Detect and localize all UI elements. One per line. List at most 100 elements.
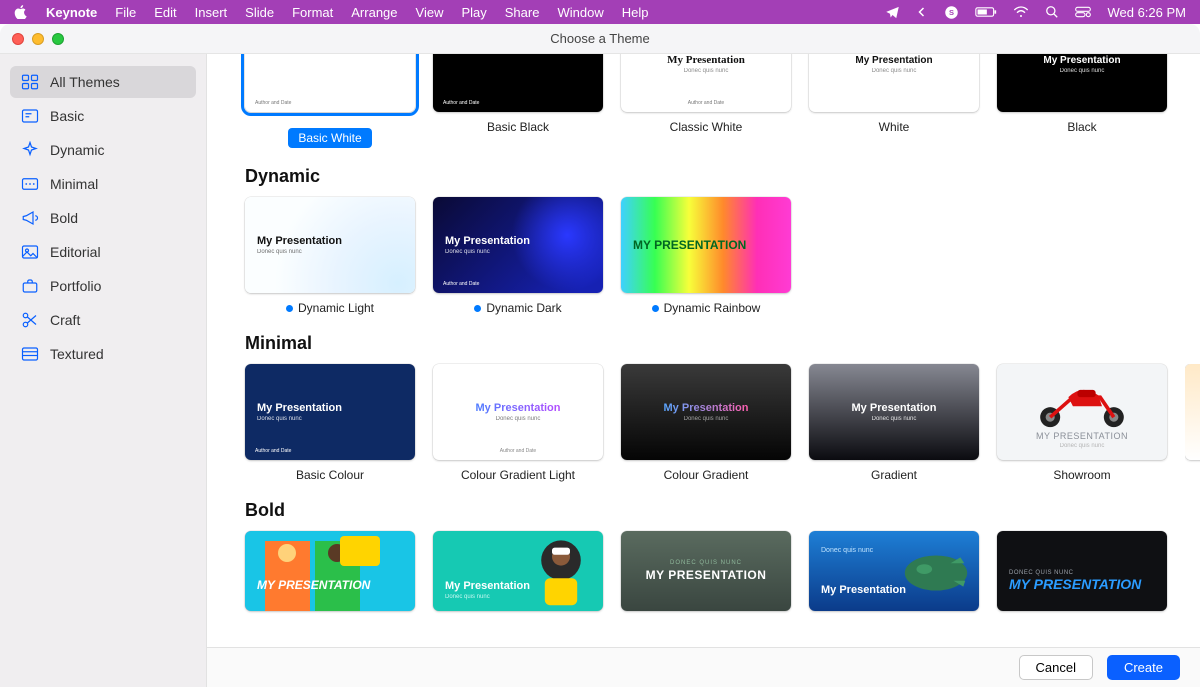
sidebar-item-bold[interactable]: Bold [10, 202, 196, 234]
thumb-title: My Presentation [257, 235, 415, 247]
theme-label: Basic Black [433, 120, 603, 134]
theme-label: White [809, 120, 979, 134]
sidebar-item-label: Craft [50, 312, 80, 328]
theme-partial-next[interactable] [1185, 364, 1200, 482]
sidebar-item-label: Bold [50, 210, 78, 226]
theme-basic-colour[interactable]: My Presentation Donec quis nunc Author a… [245, 364, 415, 482]
thumb-title: My Presentation [476, 402, 561, 414]
theme-label: Classic White [621, 120, 791, 134]
sidebar-item-craft[interactable]: Craft [10, 304, 196, 336]
megaphone-icon [20, 208, 40, 228]
menu-slide[interactable]: Slide [245, 5, 274, 20]
menu-format[interactable]: Format [292, 5, 333, 20]
sidebar-item-textured[interactable]: Textured [10, 338, 196, 370]
thumb-title: MY PRESENTATION [1036, 431, 1128, 441]
theme-colour-gradient-light[interactable]: My Presentation Donec quis nunc Author a… [433, 364, 603, 482]
thumb-sub: Donec quis nunc [684, 68, 729, 74]
theme-bold-3[interactable]: DONEC QUIS NUNC MY PRESENTATION [621, 531, 791, 611]
theme-basic-white[interactable]: My Presentation Donec quis nunc Author a… [245, 54, 415, 148]
telegram-icon[interactable] [885, 5, 900, 20]
theme-showroom[interactable]: MY PRESENTATION Donec quis nunc Showroom [997, 364, 1167, 482]
theme-bold-5[interactable]: DONEC QUIS NUNC MY PRESENTATION [997, 531, 1167, 611]
thumb-title: MY PRESENTATION [257, 578, 415, 592]
theme-classic-white[interactable]: My Presentation Donec quis nunc Author a… [621, 54, 791, 148]
menu-edit[interactable]: Edit [154, 5, 176, 20]
window-title: Choose a Theme [0, 31, 1200, 46]
thumb-author: Author and Date [433, 448, 603, 454]
thumb-title: My Presentation [667, 54, 745, 66]
theme-gradient[interactable]: My Presentation Donec quis nunc Gradient [809, 364, 979, 482]
theme-colour-gradient[interactable]: My Presentation Donec quis nunc Colour G… [621, 364, 791, 482]
theme-white[interactable]: My Presentation Donec quis nunc White [809, 54, 979, 148]
sparkle-icon [20, 140, 40, 160]
battery-icon[interactable] [975, 6, 997, 18]
thumb-title: MY PRESENTATION [633, 238, 791, 252]
thumb-title: My Presentation [257, 402, 415, 414]
theme-bold-4[interactable]: Donec quis nunc My Presentation [809, 531, 979, 611]
thumb-author: Author and Date [255, 448, 291, 454]
sidebar-item-label: Minimal [50, 176, 98, 192]
thumb-sub: Donec quis nunc [872, 416, 917, 422]
animated-dot-icon [286, 305, 293, 312]
menu-arrange[interactable]: Arrange [351, 5, 397, 20]
thumb-sub: Donec quis nunc [872, 68, 917, 74]
thumb-sub: Donec quis nunc [684, 416, 729, 422]
thumb-title: My Presentation [821, 584, 979, 596]
app-name[interactable]: Keynote [46, 5, 97, 20]
theme-basic-black[interactable]: My Presentation Donec quis nunc Author a… [433, 54, 603, 148]
control-center-icon[interactable] [1075, 6, 1091, 18]
thumb-sub: DONEC QUIS NUNC [670, 560, 742, 566]
chevron-left-icon[interactable] [916, 6, 928, 18]
sidebar-item-dynamic[interactable]: Dynamic [10, 134, 196, 166]
thumb-author: Author and Date [443, 100, 479, 106]
menu-window[interactable]: Window [557, 5, 603, 20]
sidebar-item-basic[interactable]: Basic [10, 100, 196, 132]
sidebar-item-all-themes[interactable]: All Themes [10, 66, 196, 98]
sidebar-item-editorial[interactable]: Editorial [10, 236, 196, 268]
theme-label: Showroom [997, 468, 1167, 482]
skype-icon[interactable]: S [944, 5, 959, 20]
spotlight-search-icon[interactable] [1045, 5, 1059, 19]
theme-dynamic-rainbow[interactable]: MY PRESENTATION Dynamic Rainbow [621, 197, 791, 315]
thumb-title: My Presentation [664, 402, 749, 414]
theme-bold-1[interactable]: MY PRESENTATION [245, 531, 415, 611]
apple-logo-icon[interactable] [14, 5, 28, 19]
thumb-sub: Donec quis nunc [1060, 443, 1105, 449]
thumb-title: My Presentation [852, 402, 937, 414]
menu-insert[interactable]: Insert [195, 5, 228, 20]
sidebar-item-minimal[interactable]: Minimal [10, 168, 196, 200]
menubar-clock[interactable]: Wed 6:26 PM [1107, 5, 1186, 20]
theme-black[interactable]: My Presentation Donec quis nunc Black [997, 54, 1167, 148]
slide-icon [20, 106, 40, 126]
menu-share[interactable]: Share [505, 5, 540, 20]
sidebar-item-portfolio[interactable]: Portfolio [10, 270, 196, 302]
thumb-author: Author and Date [255, 100, 291, 106]
thumb-sub: Donec quis nunc [257, 416, 415, 422]
svg-text:S: S [949, 8, 954, 17]
menu-file[interactable]: File [115, 5, 136, 20]
thumb-title: My Presentation [855, 55, 932, 66]
section-title-bold: Bold [245, 500, 1200, 521]
sidebar: All Themes Basic Dynamic Minimal Bold Ed… [0, 54, 207, 687]
scissors-icon [20, 310, 40, 330]
texture-icon [20, 344, 40, 364]
wifi-icon[interactable] [1013, 6, 1029, 18]
theme-chooser-window: Choose a Theme All Themes Basic Dynamic … [0, 24, 1200, 687]
dialog-footer: Cancel Create [207, 647, 1200, 687]
menu-play[interactable]: Play [461, 5, 486, 20]
theme-bold-2[interactable]: My Presentation Donec quis nunc [433, 531, 603, 611]
theme-label: Basic White [288, 128, 371, 148]
mac-menubar: Keynote File Edit Insert Slide Format Ar… [0, 0, 1200, 24]
create-button[interactable]: Create [1107, 655, 1180, 680]
menu-view[interactable]: View [416, 5, 444, 20]
thumb-sub: Donec quis nunc [257, 249, 415, 255]
thumb-title: My Presentation [445, 580, 603, 592]
thumb-author: Author and Date [443, 281, 479, 287]
theme-dynamic-light[interactable]: My Presentation Donec quis nunc Dynamic … [245, 197, 415, 315]
cancel-button[interactable]: Cancel [1019, 655, 1093, 680]
theme-dynamic-dark[interactable]: My Presentation Donec quis nunc Author a… [433, 197, 603, 315]
theme-scroll-area[interactable]: My Presentation Donec quis nunc Author a… [207, 54, 1200, 647]
briefcase-icon [20, 276, 40, 296]
theme-label: Colour Gradient [621, 468, 791, 482]
menu-help[interactable]: Help [622, 5, 649, 20]
